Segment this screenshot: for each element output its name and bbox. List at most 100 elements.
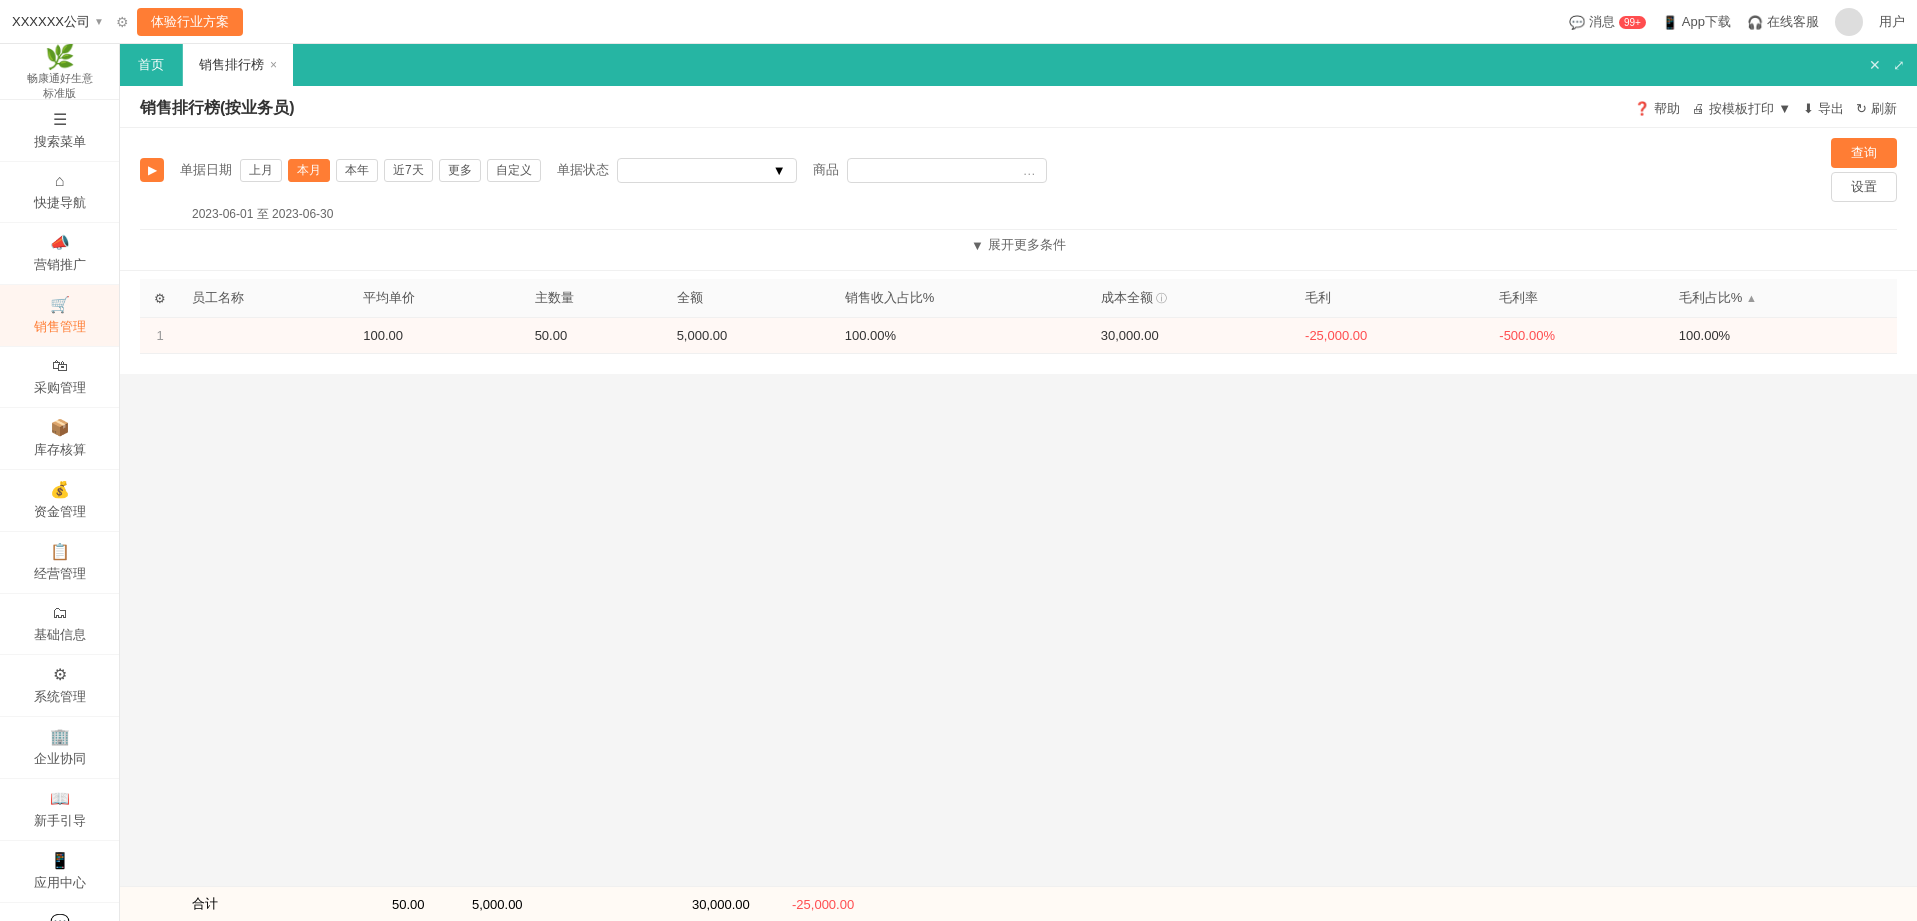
date-filter-buttons: 上月 本月 本年 近7天 更多 自定义 — [240, 159, 541, 182]
refresh-button[interactable]: ↻ 刷新 — [1856, 100, 1897, 118]
trial-button[interactable]: 体验行业方案 — [137, 8, 243, 36]
home-icon: ⌂ — [55, 172, 65, 190]
gear-icon[interactable]: ⚙ — [116, 14, 129, 30]
date-range-text: 2023-06-01 至 2023-06-30 — [192, 207, 333, 221]
date-filter-group: 单据日期 上月 本月 本年 近7天 更多 自定义 — [180, 159, 541, 182]
query-button[interactable]: 查询 — [1831, 138, 1897, 168]
expand-button[interactable]: ▼ 展开更多条件 — [971, 236, 1066, 254]
sales-icon: 🛒 — [50, 295, 70, 314]
sidebar-item-sales[interactable]: 🛒 销售管理 — [0, 285, 119, 347]
enterprise-icon: 🏢 — [50, 727, 70, 746]
sidebar-item-label: 快捷导航 — [34, 194, 86, 212]
filter-bar: ▶ 单据日期 上月 本月 本年 近7天 更多 自定义 — [120, 128, 1917, 271]
date-range-display: 2023-06-01 至 2023-06-30 — [192, 206, 1897, 223]
print-button[interactable]: 🖨 按模板打印 ▼ — [1692, 100, 1791, 118]
sidebar-item-label: 营销推广 — [34, 256, 86, 274]
page-content: 销售排行榜(按业务员) ❓ 帮助 🖨 按模板打印 ▼ ⬇ — [120, 86, 1917, 886]
help-button[interactable]: ❓ 帮助 — [1634, 100, 1680, 118]
print-icon: 🖨 — [1692, 101, 1705, 116]
col-gross-rate: 毛利率 — [1487, 279, 1667, 318]
cell-name — [180, 318, 351, 354]
operations-icon: 📋 — [50, 542, 70, 561]
footer-gross: -25,000.00 — [780, 897, 880, 912]
help-label: 帮助 — [1654, 100, 1680, 118]
system-icon: ⚙ — [53, 665, 67, 684]
guide-icon: 📖 — [50, 789, 70, 808]
last-7-days-btn[interactable]: 近7天 — [384, 159, 433, 182]
sidebar-item-purchase[interactable]: 🛍 采购管理 — [0, 347, 119, 408]
app-center-icon: 📱 — [50, 851, 70, 870]
last-month-btn[interactable]: 上月 — [240, 159, 282, 182]
close-window-icon[interactable]: ✕ — [1869, 57, 1881, 73]
sidebar: 🌿 畅康通好生意 标准版 ☰ 搜索菜单 ⌂ 快捷导航 📣 营销推广 🛒 销售管理… — [0, 44, 120, 921]
sidebar-item-inventory[interactable]: 📦 库存核算 — [0, 408, 119, 470]
phone-icon: 📱 — [1662, 15, 1678, 30]
sidebar-item-label: 采购管理 — [34, 379, 86, 397]
sidebar-item-marketing[interactable]: 📣 营销推广 — [0, 223, 119, 285]
sidebar-item-label: 库存核算 — [34, 441, 86, 459]
message-button[interactable]: 💬 消息 99+ — [1569, 13, 1646, 31]
table-container: ⚙ 员工名称 平均单价 主数量 全额 销售收入占比% 成本全额 ⓘ 毛利 毛利率… — [120, 279, 1917, 374]
tab-home-label: 首页 — [138, 56, 164, 74]
page-header: 销售排行榜(按业务员) ❓ 帮助 🖨 按模板打印 ▼ ⬇ — [120, 86, 1917, 128]
footer-amount: 5,000.00 — [460, 897, 560, 912]
tab-close-icon[interactable]: × — [270, 58, 277, 72]
goods-input[interactable]: … — [847, 158, 1047, 183]
sidebar-item-finance[interactable]: 💰 资金管理 — [0, 470, 119, 532]
app-download-button[interactable]: 📱 App下载 — [1662, 13, 1731, 31]
basic-info-icon: 🗂 — [52, 604, 68, 622]
sidebar-logo: 🌿 畅康通好生意 标准版 — [0, 44, 119, 100]
cell-gross-pct: 100.00% — [1667, 318, 1897, 354]
sidebar-item-enterprise[interactable]: 🏢 企业协同 — [0, 717, 119, 779]
sidebar-item-wechat[interactable]: 💬 企业微信 — [0, 903, 119, 921]
sidebar-item-system[interactable]: ⚙ 系统管理 — [0, 655, 119, 717]
table-header-row: ⚙ 员工名称 平均单价 主数量 全额 销售收入占比% 成本全额 ⓘ 毛利 毛利率… — [140, 279, 1897, 318]
sidebar-item-operations[interactable]: 📋 经营管理 — [0, 532, 119, 594]
footer-main-qty: 50.00 — [380, 897, 460, 912]
company-name: XXXXXX公司 — [12, 13, 90, 31]
tab-sales-ranking[interactable]: 销售排行榜 × — [183, 44, 293, 86]
settings-button[interactable]: 设置 — [1831, 172, 1897, 202]
export-label: 导出 — [1818, 100, 1844, 118]
export-icon: ⬇ — [1803, 101, 1814, 116]
this-year-btn[interactable]: 本年 — [336, 159, 378, 182]
goods-more-icon: … — [1023, 163, 1036, 178]
sidebar-item-quick-nav[interactable]: ⌂ 快捷导航 — [0, 162, 119, 223]
company-selector[interactable]: XXXXXX公司 ▼ — [12, 13, 104, 31]
sidebar-item-app-center[interactable]: 📱 应用中心 — [0, 841, 119, 903]
col-avg-price: 平均单价 — [351, 279, 522, 318]
data-table: ⚙ 员工名称 平均单价 主数量 全额 销售收入占比% 成本全额 ⓘ 毛利 毛利率… — [140, 279, 1897, 354]
avatar[interactable] — [1835, 8, 1863, 36]
tab-bar-right: ✕ ⤢ — [1857, 44, 1917, 86]
date-label: 单据日期 — [180, 161, 232, 179]
sidebar-item-guide[interactable]: 📖 新手引导 — [0, 779, 119, 841]
sidebar-item-label: 经营管理 — [34, 565, 86, 583]
message-icon: 💬 — [1569, 15, 1585, 30]
custom-btn[interactable]: 自定义 — [487, 159, 541, 182]
info-icon2: ▲ — [1746, 292, 1757, 304]
question-icon: ❓ — [1634, 101, 1650, 116]
goods-label: 商品 — [813, 161, 839, 179]
online-service-label: 在线客服 — [1767, 13, 1819, 31]
filter-toggle-button[interactable]: ▶ — [140, 158, 164, 182]
sidebar-item-label: 新手引导 — [34, 812, 86, 830]
this-month-btn[interactable]: 本月 — [288, 159, 330, 182]
sidebar-item-label: 系统管理 — [34, 688, 86, 706]
purchase-icon: 🛍 — [52, 357, 68, 375]
refresh-label: 刷新 — [1871, 100, 1897, 118]
more-btn[interactable]: 更多 — [439, 159, 481, 182]
online-service-button[interactable]: 🎧 在线客服 — [1747, 13, 1819, 31]
main-layout: 🌿 畅康通好生意 标准版 ☰ 搜索菜单 ⌂ 快捷导航 📣 营销推广 🛒 销售管理… — [0, 44, 1917, 921]
export-button[interactable]: ⬇ 导出 — [1803, 100, 1844, 118]
table-header: ⚙ 员工名称 平均单价 主数量 全额 销售收入占比% 成本全额 ⓘ 毛利 毛利率… — [140, 279, 1897, 318]
col-main-qty: 主数量 — [523, 279, 665, 318]
maximize-icon[interactable]: ⤢ — [1893, 57, 1905, 73]
sidebar-item-label: 资金管理 — [34, 503, 86, 521]
status-select[interactable]: ▼ — [617, 158, 797, 183]
sidebar-item-basic-info[interactable]: 🗂 基础信息 — [0, 594, 119, 655]
status-chevron-icon: ▼ — [773, 163, 786, 178]
table-totals-footer: 合计 50.00 5,000.00 30,000.00 -25,000.00 — [120, 886, 1917, 921]
sidebar-item-search-order[interactable]: ☰ 搜索菜单 — [0, 100, 119, 162]
empty-space — [120, 374, 1917, 674]
tab-home[interactable]: 首页 — [120, 44, 183, 86]
